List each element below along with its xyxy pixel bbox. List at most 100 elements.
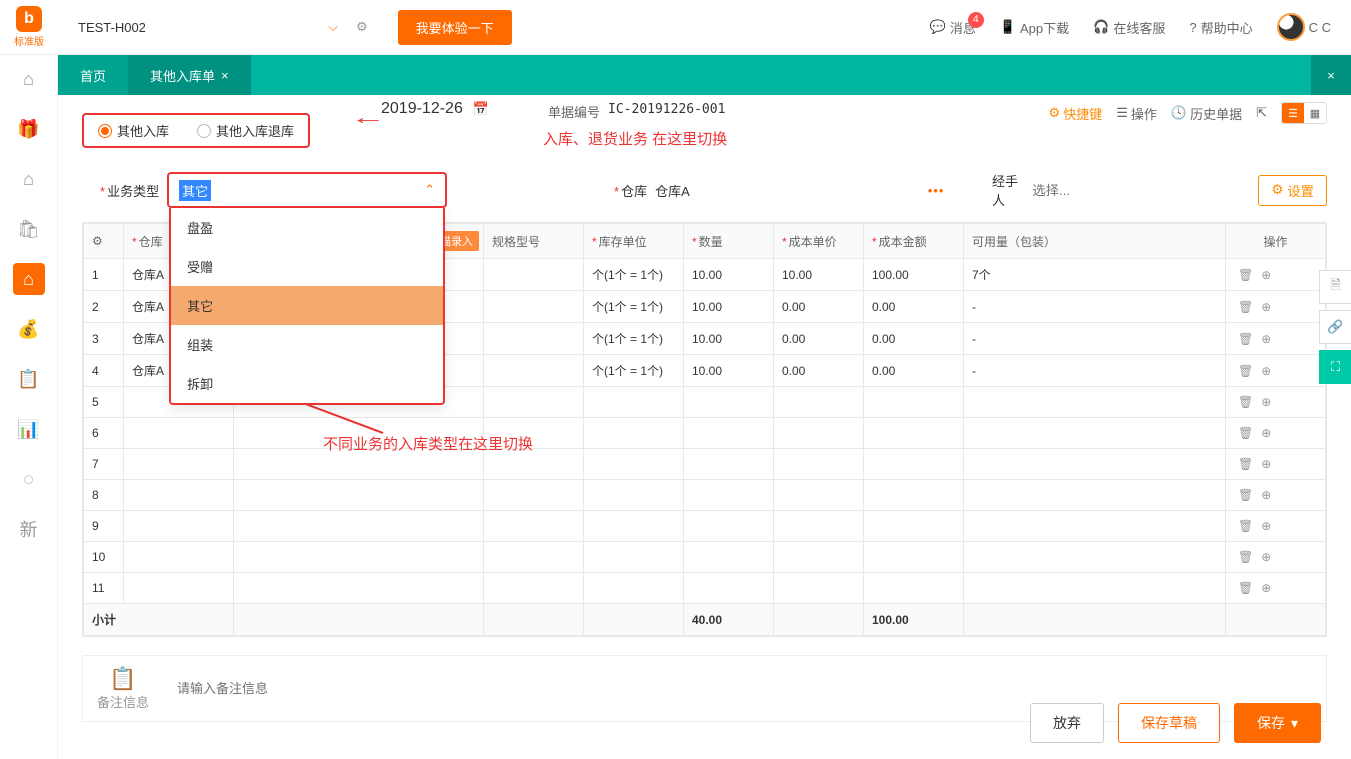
more-icon[interactable]: ••• (928, 183, 945, 198)
discard-button[interactable]: 放弃 (1030, 703, 1104, 743)
delete-icon[interactable]: 🗑 (1238, 395, 1253, 409)
message-badge: 4 (968, 12, 984, 28)
subtotal-qty: 40.00 (684, 604, 774, 636)
dd-option-zuzhuang[interactable]: 组装 (171, 325, 443, 364)
left-sidebar: ⌂ 🎁 ⌂ 🛍 ⌂ 💰 📋 📊 ◌ 新 (0, 55, 58, 759)
rail-doc-icon[interactable]: 🗎 (1319, 270, 1351, 304)
calendar-icon[interactable]: 📅 (473, 101, 489, 117)
dd-option-qita[interactable]: 其它 (171, 286, 443, 325)
avatar (1277, 13, 1305, 41)
trial-button[interactable]: 我要体验一下 (398, 10, 512, 45)
delete-icon[interactable]: 🗑 (1238, 519, 1253, 533)
nav-home-icon[interactable]: ⌂ (13, 63, 45, 95)
add-row-icon[interactable]: ⊕ (1261, 550, 1271, 564)
add-row-icon[interactable]: ⊕ (1261, 581, 1271, 595)
add-row-icon[interactable]: ⊕ (1261, 457, 1271, 471)
subtotal-amt: 100.00 (864, 604, 964, 636)
biz-type-select[interactable]: 其它 ⌃ 盘盈 受赠 其它 组装 拆卸 (167, 172, 447, 208)
close-icon[interactable]: × (221, 68, 229, 83)
delete-icon[interactable]: 🗑 (1238, 300, 1253, 314)
remark-label: 备注信息 (97, 692, 149, 711)
gear-icon[interactable]: ⚙ (356, 19, 368, 35)
phone-icon: 📱 (1000, 19, 1016, 35)
delete-icon[interactable]: 🗑 (1238, 581, 1253, 595)
nav-ring-icon[interactable]: ◌ (13, 463, 45, 495)
tab-home[interactable]: 首页 (58, 55, 128, 95)
view-grid-icon[interactable]: ▦ (1304, 103, 1326, 123)
save-button[interactable]: 保存▾ (1234, 703, 1321, 743)
handler-input[interactable] (1032, 183, 1122, 198)
delete-icon[interactable]: 🗑 (1238, 332, 1253, 346)
nav-house-icon[interactable]: ⌂ (13, 163, 45, 195)
nav-report-icon[interactable]: 📊 (13, 413, 45, 445)
radio-other-inbound[interactable]: 其他入库 (98, 121, 169, 140)
headset-icon: 🎧 (1093, 19, 1109, 35)
delete-icon[interactable]: 🗑 (1238, 550, 1253, 564)
delete-icon[interactable]: 🗑 (1238, 457, 1253, 471)
view-toggle[interactable]: ☰ ▦ (1281, 102, 1327, 124)
chevron-down-icon: ▾ (1291, 715, 1298, 732)
add-row-icon[interactable]: ⊕ (1261, 488, 1271, 502)
org-name: TEST-H002 (78, 20, 146, 35)
user-menu[interactable]: C C (1277, 13, 1331, 41)
add-row-icon[interactable]: ⊕ (1261, 364, 1271, 378)
bill-date[interactable]: 2019-12-26 (381, 100, 463, 118)
delete-icon[interactable]: 🗑 (1238, 364, 1253, 378)
logo-text: 标准版 (14, 33, 44, 48)
nav-new-icon[interactable]: 新 (13, 513, 45, 545)
add-row-icon[interactable]: ⊕ (1261, 332, 1271, 346)
chat-icon: 💬 (930, 19, 946, 35)
app-download-button[interactable]: 📱App下载 (1000, 18, 1069, 37)
view-list-icon[interactable]: ☰ (1282, 103, 1304, 123)
delete-icon[interactable]: 🗑 (1238, 488, 1253, 502)
warehouse-value[interactable]: 仓库A (655, 181, 690, 200)
dd-option-panying[interactable]: 盘盈 (171, 208, 443, 247)
table-row[interactable]: 11 🗑⊕ (84, 573, 1326, 604)
table-row[interactable]: 10 🗑⊕ (84, 542, 1326, 573)
save-draft-button[interactable]: 保存草稿 (1118, 703, 1220, 743)
tab-current[interactable]: 其他入库单 × (128, 55, 251, 95)
dd-option-shouzeng[interactable]: 受赠 (171, 247, 443, 286)
radio-circle-icon (197, 124, 211, 138)
inbound-type-radio-group: 其他入库 其他入库退库 (82, 113, 310, 148)
delete-icon[interactable]: 🗑 (1238, 268, 1253, 282)
nav-gift-icon[interactable]: 🎁 (13, 113, 45, 145)
dd-option-chexie[interactable]: 拆卸 (171, 364, 443, 403)
add-row-icon[interactable]: ⊕ (1261, 519, 1271, 533)
org-selector[interactable]: TEST-H002 ⌵ (78, 19, 338, 35)
add-row-icon[interactable]: ⊕ (1261, 268, 1271, 282)
nav-clipboard-icon[interactable]: 📋 (13, 363, 45, 395)
settings-button[interactable]: ⚙设置 (1258, 175, 1327, 206)
biz-type-label: 业务类型 (107, 184, 159, 199)
radio-other-return[interactable]: 其他入库退库 (197, 121, 294, 140)
add-row-icon[interactable]: ⊕ (1261, 300, 1271, 314)
close-all-tabs[interactable]: × (1311, 55, 1351, 95)
operation-button[interactable]: ☰操作 (1116, 104, 1157, 123)
chevron-up-icon: ⌃ (424, 182, 435, 198)
nav-warehouse-icon[interactable]: ⌂ (13, 263, 45, 295)
gear-column-icon[interactable]: ⚙ (84, 224, 124, 259)
rail-expand-icon[interactable]: ⛶ (1319, 350, 1351, 384)
help-button[interactable]: ?帮助中心 (1189, 18, 1252, 37)
warehouse-label: 仓库 (621, 184, 647, 199)
nav-bag-icon[interactable]: 🛍 (13, 213, 45, 245)
rail-link-icon[interactable]: 🔗 (1319, 310, 1351, 344)
delete-icon[interactable]: 🗑 (1238, 426, 1253, 440)
shortcut-button[interactable]: ⚙快捷键 (1049, 104, 1103, 123)
history-button[interactable]: 🕓历史单据 (1171, 104, 1242, 123)
messages-button[interactable]: 💬 消息 4 (930, 18, 976, 37)
biz-type-value: 其它 (179, 180, 211, 201)
online-service-button[interactable]: 🎧在线客服 (1093, 18, 1165, 37)
note-icon: 📋 (109, 666, 136, 692)
table-row[interactable]: 8 🗑⊕ (84, 480, 1326, 511)
nav-money-icon[interactable]: 💰 (13, 313, 45, 345)
export-icon[interactable]: ⇱ (1256, 105, 1267, 121)
table-row[interactable]: 9 🗑⊕ (84, 511, 1326, 542)
add-row-icon[interactable]: ⊕ (1261, 395, 1271, 409)
table-row[interactable]: 7 🗑⊕ (84, 449, 1326, 480)
table-row[interactable]: 6 🗑⊕ (84, 418, 1326, 449)
biz-type-dropdown: 盘盈 受赠 其它 组装 拆卸 (169, 208, 445, 405)
add-row-icon[interactable]: ⊕ (1261, 426, 1271, 440)
bill-no-value: IC-20191226-001 (608, 102, 725, 121)
logo[interactable]: b 标准版 (0, 0, 58, 55)
